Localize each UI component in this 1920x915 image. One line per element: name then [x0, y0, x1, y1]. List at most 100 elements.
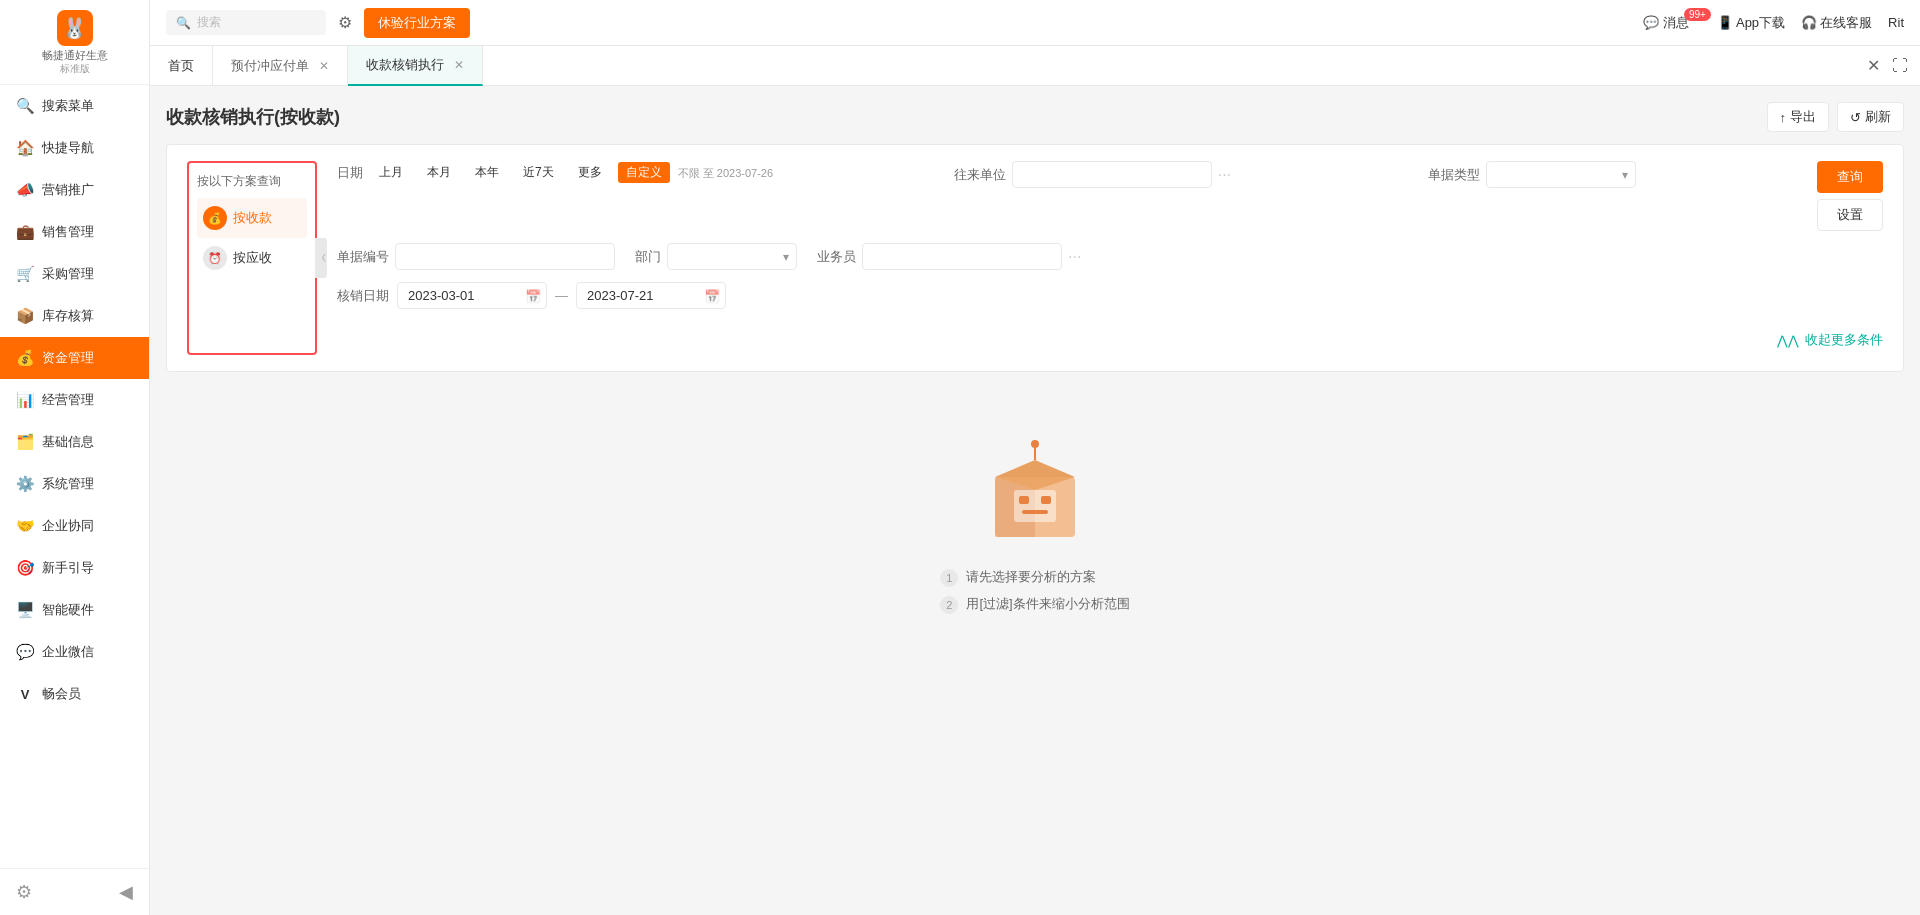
- purchase-icon: 🛒: [16, 265, 34, 283]
- tab-prepay-close-icon[interactable]: ✕: [319, 59, 329, 73]
- tab-close-all-icon[interactable]: ✕: [1867, 56, 1880, 75]
- sidebar-bottom: ⚙ ◀: [0, 868, 149, 915]
- tab-prepay[interactable]: 预付冲应付单 ✕: [213, 46, 348, 86]
- sidebar-item-operations[interactable]: 📊 经营管理: [0, 379, 149, 421]
- empty-state-hints: 1 请先选择要分析的方案 2 用[过滤]条件来缩小分析范围: [940, 568, 1129, 622]
- message-icon: 💬: [1643, 15, 1659, 30]
- page-title: 收款核销执行(按收款): [166, 105, 340, 129]
- counterparty-dots-icon[interactable]: ···: [1218, 166, 1248, 184]
- sidebar-item-finance[interactable]: 💰 资金管理: [0, 337, 149, 379]
- tab-bar: 首页 预付冲应付单 ✕ 收款核销执行 ✕ ✕ ⛶: [150, 46, 1920, 86]
- writeoff-date-from-wrap: [397, 282, 547, 309]
- sidebar-item-guide[interactable]: 🎯 新手引导: [0, 547, 149, 589]
- doc-number-label: 单据编号: [337, 248, 389, 266]
- salesperson-dots-icon[interactable]: ···: [1068, 248, 1098, 266]
- sidebar-nav: 🔍 搜索菜单 🏠 快捷导航 📣 营销推广 💼 销售管理 🛒 采购管理 📦 库存核…: [0, 85, 149, 868]
- counterparty-input[interactable]: [1012, 161, 1212, 188]
- receivable-option-icon: ⏰: [203, 246, 227, 270]
- date-btn-last-month[interactable]: 上月: [371, 161, 411, 184]
- sidebar-item-enterprise[interactable]: 🤝 企业协同: [0, 505, 149, 547]
- doc-number-input[interactable]: [395, 243, 615, 270]
- filter-sidebar: 按以下方案查询 💰 按收款 ⏰ 按应收 《: [187, 161, 317, 355]
- empty-box-svg: [970, 432, 1100, 552]
- svg-rect-5: [1019, 496, 1029, 504]
- industry-solution-button[interactable]: 休验行业方案: [364, 8, 470, 38]
- sidebar-item-label: 畅会员: [42, 685, 81, 703]
- main-area: 🔍 搜索 ⚙ 休验行业方案 💬 消息 99+ 📱 App下载 🎧 在线客服 Ri…: [150, 0, 1920, 915]
- department-select[interactable]: [667, 243, 797, 270]
- query-action-group: 查询 设置: [1817, 161, 1883, 231]
- sidebar-item-label: 系统管理: [42, 475, 94, 493]
- sidebar-collapse-icon[interactable]: ◀: [119, 881, 133, 903]
- inventory-icon: 📦: [16, 307, 34, 325]
- sidebar-item-member[interactable]: V 畅会员: [0, 673, 149, 715]
- marketing-icon: 📣: [16, 181, 34, 199]
- sidebar-item-inventory[interactable]: 📦 库存核算: [0, 295, 149, 337]
- sidebar-item-purchase[interactable]: 🛒 采购管理: [0, 253, 149, 295]
- sales-icon: 💼: [16, 223, 34, 241]
- salesperson-field-group: 业务员 ···: [817, 243, 1098, 270]
- salesperson-input[interactable]: [862, 243, 1062, 270]
- settings-button[interactable]: 设置: [1817, 199, 1883, 231]
- sidebar-item-label: 营销推广: [42, 181, 94, 199]
- sidebar-item-label: 企业微信: [42, 643, 94, 661]
- sidebar-item-label: 新手引导: [42, 559, 94, 577]
- header-user-name[interactable]: Rit: [1888, 15, 1904, 30]
- sidebar-item-basic[interactable]: 🗂️ 基础信息: [0, 421, 149, 463]
- app-logo-icon: 🐰: [57, 10, 93, 46]
- empty-hint-2: 2 用[过滤]条件来缩小分析范围: [940, 595, 1129, 614]
- date-btn-custom[interactable]: 自定义: [618, 162, 670, 183]
- sidebar-item-hardware[interactable]: 🖥️ 智能硬件: [0, 589, 149, 631]
- export-button[interactable]: ↑ 导出: [1767, 102, 1830, 132]
- doc-type-label: 单据类型: [1428, 166, 1480, 184]
- filter-sidebar-collapse-handle[interactable]: 《: [315, 238, 327, 278]
- sidebar-item-search[interactable]: 🔍 搜索菜单: [0, 85, 149, 127]
- filter-panel: 按以下方案查询 💰 按收款 ⏰ 按应收 《: [166, 144, 1904, 372]
- sidebar-item-label: 快捷导航: [42, 139, 94, 157]
- date-btn-this-month[interactable]: 本月: [419, 161, 459, 184]
- collapse-more-btn[interactable]: ⋀⋀ 收起更多条件: [1777, 325, 1883, 355]
- filter-row-3: 核销日期 —: [337, 282, 1883, 309]
- writeoff-date-from-input[interactable]: [397, 282, 547, 309]
- empty-state: 1 请先选择要分析的方案 2 用[过滤]条件来缩小分析范围: [166, 372, 1904, 682]
- tab-receipt-writeoff-close-icon[interactable]: ✕: [454, 58, 464, 72]
- refresh-icon: ↺: [1850, 110, 1861, 125]
- date-btn-last-7-days[interactable]: 近7天: [515, 161, 562, 184]
- doc-type-field-group: 单据类型: [1428, 161, 1636, 188]
- tab-home[interactable]: 首页: [150, 46, 213, 86]
- filter-option-by-receivable[interactable]: ⏰ 按应收: [197, 238, 307, 278]
- tab-bar-end: ✕ ⛶: [483, 56, 1920, 75]
- counterparty-field-group: 往来单位 ···: [954, 161, 1248, 188]
- tab-receipt-writeoff[interactable]: 收款核销执行 ✕: [348, 46, 483, 86]
- header-search-box[interactable]: 🔍 搜索: [166, 10, 326, 35]
- sidebar-item-sales[interactable]: 💼 销售管理: [0, 211, 149, 253]
- writeoff-date-to-input[interactable]: [576, 282, 726, 309]
- refresh-button[interactable]: ↺ 刷新: [1837, 102, 1904, 132]
- sidebar-item-wechat[interactable]: 💬 企业微信: [0, 631, 149, 673]
- empty-state-illustration: [970, 432, 1100, 552]
- sidebar-item-system[interactable]: ⚙️ 系统管理: [0, 463, 149, 505]
- header-gear-icon[interactable]: ⚙: [338, 13, 352, 32]
- tab-expand-icon[interactable]: ⛶: [1892, 57, 1908, 75]
- page-header-actions: ↑ 导出 ↺ 刷新: [1767, 102, 1905, 132]
- sidebar-item-marketing[interactable]: 📣 营销推广: [0, 169, 149, 211]
- search-icon: 🔍: [176, 16, 191, 30]
- sidebar-item-shortcut[interactable]: 🏠 快捷导航: [0, 127, 149, 169]
- header-online-service-link[interactable]: 🎧 在线客服: [1801, 14, 1872, 32]
- date-btn-this-year[interactable]: 本年: [467, 161, 507, 184]
- doc-type-select[interactable]: [1486, 161, 1636, 188]
- sidebar-settings-icon[interactable]: ⚙: [16, 881, 32, 903]
- wechat-icon: 💬: [16, 643, 34, 661]
- filter-sidebar-title: 按以下方案查询: [197, 173, 307, 190]
- header-right-actions: 💬 消息 99+ 📱 App下载 🎧 在线客服 Rit: [1643, 14, 1904, 32]
- date-btn-more[interactable]: 更多: [570, 161, 610, 184]
- filter-option-by-receipt[interactable]: 💰 按收款: [197, 198, 307, 238]
- header-app-download-link[interactable]: 📱 App下载: [1717, 14, 1785, 32]
- query-button[interactable]: 查询: [1817, 161, 1883, 193]
- hardware-icon: 🖥️: [16, 601, 34, 619]
- filter-option-receivable-label: 按应收: [233, 249, 272, 267]
- sidebar-item-label: 企业协同: [42, 517, 94, 535]
- counterparty-label: 往来单位: [954, 166, 1006, 184]
- filter-inner: 按以下方案查询 💰 按收款 ⏰ 按应收 《: [187, 161, 1883, 355]
- header-message-link[interactable]: 💬 消息 99+: [1643, 14, 1701, 32]
